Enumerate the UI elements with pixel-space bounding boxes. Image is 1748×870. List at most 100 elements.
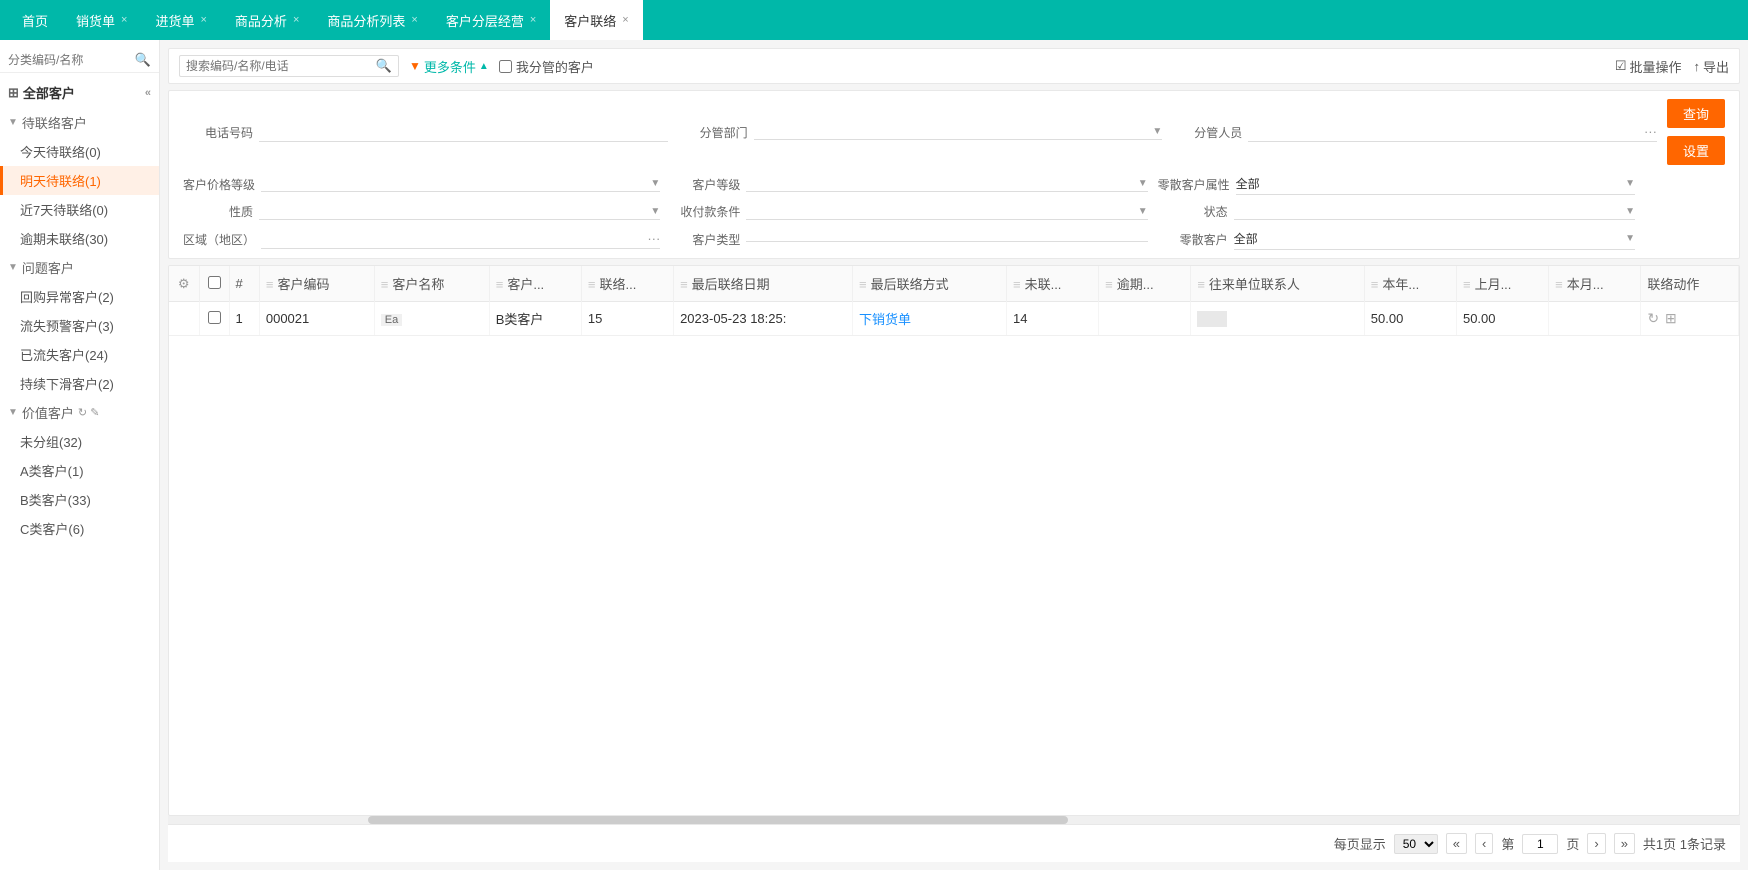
search-wrap: 🔍 (179, 55, 399, 77)
set-button[interactable]: 设置 (1667, 136, 1725, 165)
search-input[interactable] (186, 59, 376, 73)
grid-icon: ⊞ (8, 85, 19, 101)
more-filters-button[interactable]: ▼ 更多条件 ▲ (409, 57, 489, 76)
scrollbar-thumb[interactable] (368, 816, 1068, 824)
col-no-contact: ≡未联... (1006, 266, 1098, 302)
prev-page-button[interactable]: ‹ (1475, 833, 1493, 854)
gender-arrow-icon: ▼ (650, 206, 660, 217)
batch-action-button[interactable]: ☑ 批量操作 (1615, 57, 1682, 76)
per-page-label: 每页显示 (1334, 834, 1386, 853)
sidebar-overdue-pending[interactable]: 逾期未联络(30) (0, 224, 159, 253)
nav-home[interactable]: 首页 (8, 0, 62, 40)
row-grid-icon[interactable]: ⊞ (1665, 310, 1677, 327)
retail-attr-arrow-icon: ▼ (1625, 178, 1635, 189)
filter-bar: 🔍 ▼ 更多条件 ▲ 我分管的客户 ☑ 批量操作 ↑ 导出 (168, 48, 1740, 84)
col-checkbox (199, 266, 229, 302)
row-unit-contact (1191, 302, 1364, 336)
next-page-button[interactable]: › (1587, 833, 1605, 854)
retail-attr-select[interactable]: 全部 ▼ (1236, 173, 1635, 195)
nav-sales-order[interactable]: 销货单 × (62, 0, 141, 40)
price-level-select[interactable]: ▼ (261, 176, 660, 192)
top-navigation: 首页 销货单 × 进货单 × 商品分析 × 商品分析列表 × 客户分层经营 × … (0, 0, 1748, 40)
customer-table: ⚙ # ≡客户编码 ≡客户名称 ≡客户... ≡联络... ≡最后联络日期 ≡最… (169, 266, 1739, 336)
sidebar-problem-section[interactable]: ▼ 问题客户 (0, 253, 159, 282)
sidebar-all-customers[interactable]: ⊞ 全部客户 « (0, 77, 159, 108)
close-product-analysis-list-icon[interactable]: × (411, 14, 417, 26)
nav-product-analysis-list[interactable]: 商品分析列表 × (313, 0, 431, 40)
sidebar-today-pending[interactable]: 今天待联络(0) (0, 137, 159, 166)
close-product-analysis-icon[interactable]: × (293, 14, 299, 26)
sidebar-churn-warning[interactable]: 流失预警客户(3) (0, 311, 159, 340)
customer-level-select[interactable]: ▼ (746, 176, 1147, 192)
col-this-month: ≡本月... (1549, 266, 1641, 302)
horizontal-scrollbar[interactable] (168, 816, 1740, 824)
my-customers-check[interactable] (499, 60, 512, 73)
sidebar-value-section[interactable]: ▼ 价值客户 ↻ ✎ (0, 398, 159, 427)
row-overdue (1099, 302, 1191, 336)
extended-filters: 电话号码 分管部门 ▼ 分管人员 ··· (168, 90, 1740, 259)
nav-purchase-order[interactable]: 进货单 × (141, 0, 220, 40)
filter-row-3: 性质 ▼ 收付款条件 ▼ 状态 (183, 203, 1725, 220)
content-area: 🔍 ▼ 更多条件 ▲ 我分管的客户 ☑ 批量操作 ↑ 导出 (160, 40, 1748, 870)
sidebar-repurchase-abnormal[interactable]: 回购异常客户(2) (0, 282, 159, 311)
area-ellipsis-icon: ··· (647, 231, 660, 246)
select-all-checkbox[interactable] (208, 276, 221, 289)
sidebar-search-input[interactable] (8, 53, 135, 67)
payment-select[interactable]: ▼ (746, 204, 1147, 220)
manager-ellipsis-icon: ··· (1644, 124, 1657, 139)
name-badge: Ea (381, 314, 402, 326)
dept-select[interactable]: ▼ (754, 124, 1163, 140)
sidebar-tomorrow-pending[interactable]: 明天待联络(1) (0, 166, 159, 195)
col-no: # (229, 266, 259, 302)
row-last-method: 下销货单 (853, 302, 1007, 336)
total-records-label: 共1页 1条记录 (1643, 834, 1726, 853)
page-number-input[interactable] (1522, 834, 1558, 854)
manager-select[interactable]: ··· (1248, 122, 1657, 142)
sidebar-churned[interactable]: 已流失客户(24) (0, 340, 159, 369)
sidebar-class-b[interactable]: B类客户(33) (0, 485, 159, 514)
unit-contact-badge (1197, 311, 1227, 327)
sidebar-7day-pending[interactable]: 近7天待联络(0) (0, 195, 159, 224)
nav-product-analysis[interactable]: 商品分析 × (221, 0, 313, 40)
nav-customer-tier[interactable]: 客户分层经营 × (432, 0, 550, 40)
area-select[interactable]: ··· (261, 229, 660, 249)
query-button[interactable]: 查询 (1667, 99, 1725, 128)
sidebar-pending-section[interactable]: ▼ 待联络客户 (0, 108, 159, 137)
nav-customer-contact[interactable]: 客户联络 × (550, 0, 642, 40)
last-page-button[interactable]: » (1614, 833, 1635, 854)
search-icon: 🔍 (376, 58, 392, 74)
retail-customer-select[interactable]: 全部 ▼ (1234, 228, 1635, 250)
close-customer-tier-icon[interactable]: × (530, 14, 536, 26)
close-purchase-order-icon[interactable]: × (200, 14, 206, 26)
last-method-link[interactable]: 下销货单 (859, 312, 911, 327)
chevron-up-icon: ▲ (479, 61, 489, 72)
first-page-button[interactable]: « (1446, 833, 1467, 854)
sidebar-class-a[interactable]: A类客户(1) (0, 456, 159, 485)
page-size-select[interactable]: 50 (1394, 834, 1438, 854)
row-no-contact: 14 (1006, 302, 1098, 336)
arrow-down-icon: ▼ (8, 117, 18, 128)
filter-cust-type: 客户类型 (670, 231, 1147, 248)
export-button[interactable]: ↑ 导出 (1693, 57, 1729, 76)
gender-select[interactable]: ▼ (259, 204, 660, 220)
status-select[interactable]: ▼ (1234, 204, 1635, 220)
sidebar: 🔍 ⊞ 全部客户 « ▼ 待联络客户 今天待联络(0) 明天待联络(1) 近7天… (0, 40, 160, 870)
close-customer-contact-icon[interactable]: × (622, 14, 628, 26)
cust-type-select[interactable] (746, 237, 1147, 242)
collapse-sidebar-icon[interactable]: « (145, 87, 151, 99)
row-refresh-icon[interactable]: ↻ (1647, 310, 1659, 327)
row-checkbox[interactable] (208, 311, 221, 324)
cust-level-arrow-icon: ▼ (1138, 178, 1148, 189)
filter-price-level: 客户价格等级 ▼ (183, 176, 660, 193)
row-gear (169, 302, 199, 336)
my-customers-checkbox[interactable]: 我分管的客户 (499, 57, 594, 76)
close-sales-order-icon[interactable]: × (121, 14, 127, 26)
sidebar-ungrouped[interactable]: 未分组(32) (0, 427, 159, 456)
sidebar-class-c[interactable]: C类客户(6) (0, 514, 159, 543)
arrow-down-icon-2: ▼ (8, 262, 18, 273)
row-checkbox-cell (199, 302, 229, 336)
col-gear[interactable]: ⚙ (169, 266, 199, 302)
phone-input[interactable] (259, 123, 668, 142)
sidebar-declining[interactable]: 持续下滑客户(2) (0, 369, 159, 398)
status-arrow-icon: ▼ (1625, 206, 1635, 217)
